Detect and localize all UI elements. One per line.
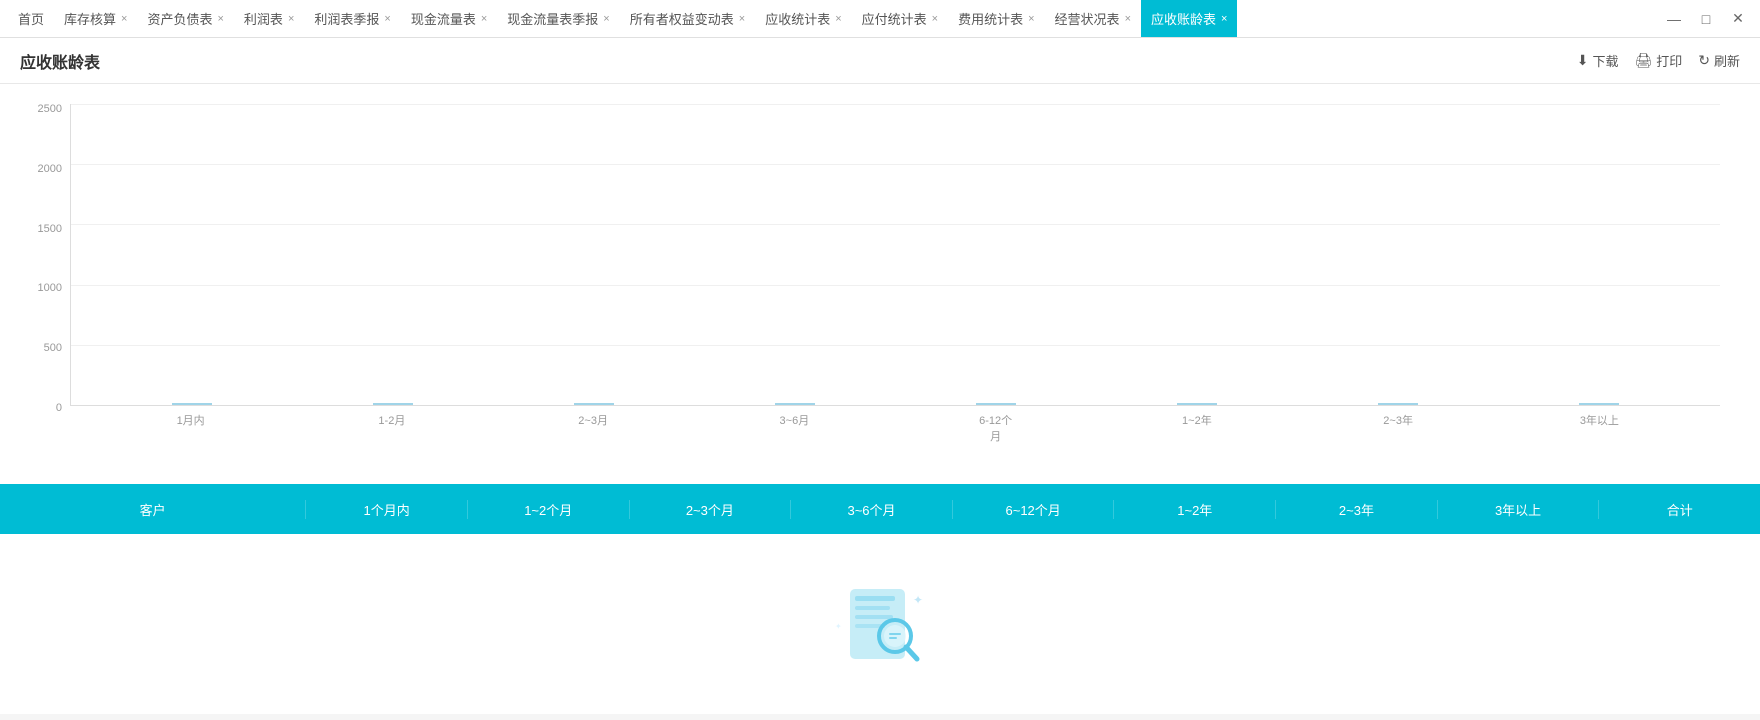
- svg-text:✦: ✦: [835, 622, 842, 631]
- tab-cashflow[interactable]: 现金流量表 ×: [401, 0, 497, 38]
- bar-1-2-year: [1177, 403, 1217, 405]
- bar-group-5: [976, 403, 1016, 405]
- close-cashflow-quarterly[interactable]: ×: [603, 13, 609, 25]
- chart-area: 2500 2000 1500 1000 500 0: [0, 84, 1760, 484]
- maximize-button[interactable]: □: [1692, 5, 1720, 33]
- th-total: 合计: [1599, 500, 1760, 519]
- th-6-12month: 6~12个月: [953, 500, 1115, 519]
- bar-group-7: [1378, 403, 1418, 405]
- main-content: 2500 2000 1500 1000 500 0: [0, 84, 1760, 714]
- bar-3plus-year: [1579, 403, 1619, 405]
- bars-row: [71, 104, 1720, 405]
- bar-6-12-month: [976, 403, 1016, 405]
- y-axis: 2500 2000 1500 1000 500 0: [20, 104, 70, 414]
- close-operations[interactable]: ×: [1125, 13, 1131, 25]
- y-label-1000: 1000: [38, 283, 62, 294]
- bar-group-3: [574, 403, 614, 405]
- chart-container: 2500 2000 1500 1000 500 0: [20, 104, 1720, 444]
- empty-state: ✦ ✦: [0, 534, 1760, 714]
- close-button[interactable]: ✕: [1724, 5, 1752, 33]
- svg-text:✦: ✦: [913, 593, 923, 607]
- tab-profit-quarterly[interactable]: 利润表季报 ×: [304, 0, 400, 38]
- bar-1-month: [172, 403, 212, 405]
- chart-grid: [70, 104, 1720, 406]
- y-label-500: 500: [44, 343, 62, 354]
- tab-cashflow-quarterly[interactable]: 现金流量表季报 ×: [497, 0, 619, 38]
- close-equity[interactable]: ×: [739, 13, 745, 25]
- close-receivable-stats[interactable]: ×: [835, 13, 841, 25]
- th-1-2month: 1~2个月: [468, 500, 630, 519]
- download-button[interactable]: ⬇ 下载: [1577, 51, 1619, 70]
- x-labels: 1月内 1-2月 2~3月 3~6月 6-12个月 1~2年 2~3年 3年以上: [70, 412, 1720, 444]
- print-button[interactable]: 🖨 打印: [1634, 51, 1682, 70]
- page-header: 应收账龄表 ⬇ 下载 🖨 打印 ↻ 刷新: [0, 38, 1760, 84]
- x-label-5: 6-12个月: [976, 412, 1016, 444]
- th-2-3month: 2~3个月: [630, 500, 792, 519]
- tab-payable-stats[interactable]: 应付统计表 ×: [852, 0, 948, 38]
- header-actions: ⬇ 下载 🖨 打印 ↻ 刷新: [1577, 51, 1740, 70]
- close-profit-quarterly[interactable]: ×: [384, 13, 390, 25]
- download-icon: ⬇: [1577, 52, 1589, 69]
- x-label-7: 2~3年: [1378, 412, 1418, 444]
- bar-2-3-month: [574, 403, 614, 405]
- close-balance[interactable]: ×: [217, 13, 223, 25]
- x-label-8: 3年以上: [1579, 412, 1619, 444]
- bar-group-8: [1579, 403, 1619, 405]
- th-1-2year: 1~2年: [1114, 500, 1276, 519]
- refresh-button[interactable]: ↻ 刷新: [1698, 51, 1740, 70]
- tab-inventory[interactable]: 库存核算 ×: [54, 0, 137, 38]
- tab-equity[interactable]: 所有者权益变动表 ×: [620, 0, 755, 38]
- table-header: 客户 1个月内 1~2个月 2~3个月 3~6个月 6~12个月 1~2年 2~…: [0, 484, 1760, 534]
- tab-bar: 首页 库存核算 × 资产负债表 × 利润表 × 利润表季报 × 现金流量表 × …: [0, 0, 1760, 38]
- tab-operations[interactable]: 经营状况表 ×: [1045, 0, 1141, 38]
- close-payable-stats[interactable]: ×: [932, 13, 938, 25]
- bar-3-6-month: [775, 403, 815, 405]
- th-3-6month: 3~6个月: [791, 500, 953, 519]
- bar-group-4: [775, 403, 815, 405]
- x-label-2: 1-2月: [372, 412, 412, 444]
- print-icon: 🖨: [1634, 52, 1652, 69]
- bar-group-6: [1177, 403, 1217, 405]
- x-label-3: 2~3月: [573, 412, 613, 444]
- th-customer: 客户: [0, 500, 306, 519]
- tab-home[interactable]: 首页: [8, 9, 54, 28]
- x-label-4: 3~6月: [774, 412, 814, 444]
- x-label-6: 1~2年: [1177, 412, 1217, 444]
- th-3plus: 3年以上: [1438, 500, 1600, 519]
- page-title: 应收账龄表: [20, 49, 100, 73]
- close-aging[interactable]: ×: [1221, 13, 1227, 25]
- tab-aging[interactable]: 应收账龄表 ×: [1141, 0, 1237, 38]
- empty-illustration: ✦ ✦: [825, 574, 935, 674]
- tab-expense-stats[interactable]: 费用统计表 ×: [948, 0, 1044, 38]
- bar-group-1: [172, 403, 212, 405]
- close-profit[interactable]: ×: [288, 13, 294, 25]
- tab-profit[interactable]: 利润表 ×: [234, 0, 304, 38]
- refresh-icon: ↻: [1698, 52, 1710, 69]
- minimize-button[interactable]: —: [1660, 5, 1688, 33]
- close-inventory[interactable]: ×: [121, 13, 127, 25]
- x-label-1: 1月内: [171, 412, 211, 444]
- window-controls: — □ ✕: [1660, 5, 1752, 33]
- bar-2-3-year: [1378, 403, 1418, 405]
- th-1month: 1个月内: [306, 500, 468, 519]
- bar-group-2: [373, 403, 413, 405]
- tab-balance[interactable]: 资产负债表 ×: [137, 0, 233, 38]
- close-expense-stats[interactable]: ×: [1028, 13, 1034, 25]
- y-label-2500top: 2500: [38, 104, 62, 115]
- chart-inner: 1月内 1-2月 2~3月 3~6月 6-12个月 1~2年 2~3年 3年以上: [70, 104, 1720, 444]
- close-cashflow[interactable]: ×: [481, 13, 487, 25]
- y-label-0: 0: [56, 403, 62, 414]
- tab-receivable-stats[interactable]: 应收统计表 ×: [755, 0, 851, 38]
- y-label-2000: 2000: [38, 164, 62, 175]
- bar-1-2-month: [373, 403, 413, 405]
- y-label-1500: 1500: [38, 224, 62, 235]
- th-2-3year: 2~3年: [1276, 500, 1438, 519]
